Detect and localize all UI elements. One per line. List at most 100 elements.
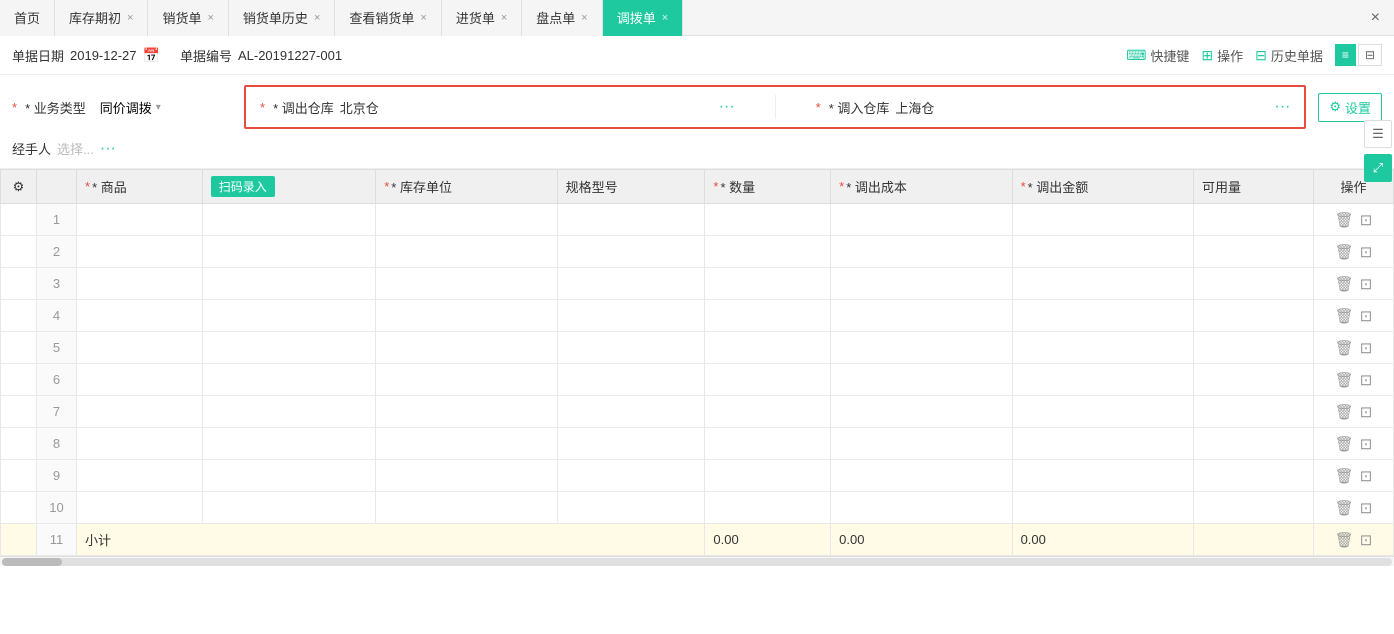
tab-sales-order[interactable]: 销货单 × xyxy=(148,0,228,36)
qty-cell[interactable] xyxy=(705,492,831,524)
tab-sales-history[interactable]: 销货单历史 × xyxy=(229,0,335,36)
horizontal-scrollbar[interactable] xyxy=(0,556,1394,566)
amount-cell[interactable] xyxy=(1012,300,1193,332)
close-icon[interactable]: × xyxy=(207,12,213,24)
right-panel-expand-button[interactable]: ⤢ xyxy=(1364,154,1392,182)
unit-cell[interactable] xyxy=(376,268,557,300)
copy-icon[interactable]: ⊡ xyxy=(1360,499,1373,517)
operate-action[interactable]: ⊞ 操作 xyxy=(1201,46,1243,65)
product-cell[interactable] xyxy=(77,204,203,236)
product-cell[interactable] xyxy=(77,364,203,396)
qty-cell[interactable] xyxy=(705,268,831,300)
product-cell[interactable] xyxy=(77,492,203,524)
transfer-in-dots-button[interactable]: ··· xyxy=(1274,98,1290,116)
amount-cell[interactable] xyxy=(1012,460,1193,492)
cost-cell[interactable] xyxy=(831,236,1012,268)
copy-icon[interactable]: ⊡ xyxy=(1360,243,1373,261)
spec-cell[interactable] xyxy=(557,236,705,268)
amount-cell[interactable] xyxy=(1012,492,1193,524)
qty-cell[interactable] xyxy=(705,396,831,428)
qty-cell[interactable] xyxy=(705,460,831,492)
product-cell[interactable] xyxy=(77,460,203,492)
setting-button[interactable]: ⚙ 设置 xyxy=(1318,93,1382,122)
spec-cell[interactable] xyxy=(557,364,705,396)
close-icon[interactable]: × xyxy=(420,12,426,24)
shortcut-action[interactable]: ⌨ 快捷键 xyxy=(1126,46,1189,65)
window-close-button[interactable]: × xyxy=(1357,0,1394,36)
cost-cell[interactable] xyxy=(831,492,1012,524)
tab-inventory-init[interactable]: 库存期初 × xyxy=(55,0,148,36)
delete-icon[interactable]: 🗑 xyxy=(1335,339,1354,357)
qty-cell[interactable] xyxy=(705,236,831,268)
product-cell[interactable] xyxy=(77,300,203,332)
qty-cell[interactable] xyxy=(705,428,831,460)
copy-icon[interactable]: ⊡ xyxy=(1360,307,1373,325)
biz-type-select[interactable]: 同价调拨 ▾ xyxy=(92,95,192,120)
close-icon[interactable]: × xyxy=(127,12,133,24)
spec-cell[interactable] xyxy=(557,428,705,460)
delete-icon[interactable]: 🗑 xyxy=(1335,307,1354,325)
delete-icon[interactable]: 🗑 xyxy=(1335,467,1354,485)
copy-icon[interactable]: ⊡ xyxy=(1360,339,1373,357)
right-panel-list-button[interactable]: ☰ xyxy=(1364,120,1392,148)
close-icon[interactable]: × xyxy=(501,12,507,24)
spec-cell[interactable] xyxy=(557,332,705,364)
unit-cell[interactable] xyxy=(376,428,557,460)
tab-view-sales[interactable]: 查看销货单 × xyxy=(335,0,441,36)
amount-cell[interactable] xyxy=(1012,236,1193,268)
delete-icon[interactable]: 🗑 xyxy=(1335,403,1354,421)
copy-icon[interactable]: ⊡ xyxy=(1360,211,1373,229)
cost-cell[interactable] xyxy=(831,332,1012,364)
close-icon[interactable]: × xyxy=(662,12,668,24)
spec-cell[interactable] xyxy=(557,492,705,524)
unit-cell[interactable] xyxy=(376,236,557,268)
tab-purchase[interactable]: 进货单 × xyxy=(442,0,522,36)
product-cell[interactable] xyxy=(77,428,203,460)
grid-view-button[interactable]: ⊟ xyxy=(1358,44,1382,66)
qty-cell[interactable] xyxy=(705,364,831,396)
unit-cell[interactable] xyxy=(376,332,557,364)
delete-icon[interactable]: 🗑 xyxy=(1335,499,1354,517)
spec-cell[interactable] xyxy=(557,396,705,428)
qty-cell[interactable] xyxy=(705,300,831,332)
tab-transfer[interactable]: 调拨单 × xyxy=(603,0,683,36)
amount-cell[interactable] xyxy=(1012,204,1193,236)
list-view-button[interactable]: ≡ xyxy=(1335,44,1356,66)
unit-cell[interactable] xyxy=(376,204,557,236)
tab-stocktake[interactable]: 盘点单 × xyxy=(522,0,602,36)
cost-cell[interactable] xyxy=(831,396,1012,428)
calendar-icon[interactable]: 📅 xyxy=(143,47,160,64)
handler-placeholder[interactable]: 选择... xyxy=(57,139,94,158)
cost-cell[interactable] xyxy=(831,300,1012,332)
amount-cell[interactable] xyxy=(1012,268,1193,300)
product-cell[interactable] xyxy=(77,236,203,268)
close-icon[interactable]: × xyxy=(581,12,587,24)
cost-cell[interactable] xyxy=(831,204,1012,236)
history-action[interactable]: ⊟ 历史单据 xyxy=(1255,46,1323,65)
unit-cell[interactable] xyxy=(376,492,557,524)
copy-icon[interactable]: ⊡ xyxy=(1360,275,1373,293)
delete-icon[interactable]: 🗑 xyxy=(1335,211,1354,229)
handler-dots-button[interactable]: ··· xyxy=(100,140,116,158)
cost-cell[interactable] xyxy=(831,364,1012,396)
unit-cell[interactable] xyxy=(376,396,557,428)
delete-icon[interactable]: 🗑 xyxy=(1335,531,1354,549)
copy-icon[interactable]: ⊡ xyxy=(1360,467,1373,485)
cost-cell[interactable] xyxy=(831,428,1012,460)
delete-icon[interactable]: 🗑 xyxy=(1335,371,1354,389)
product-cell[interactable] xyxy=(77,332,203,364)
product-cell[interactable] xyxy=(77,268,203,300)
spec-cell[interactable] xyxy=(557,460,705,492)
copy-icon[interactable]: ⊡ xyxy=(1360,371,1373,389)
product-cell[interactable] xyxy=(77,396,203,428)
tab-home[interactable]: 首页 xyxy=(0,0,55,36)
delete-icon[interactable]: 🗑 xyxy=(1335,243,1354,261)
spec-cell[interactable] xyxy=(557,300,705,332)
qty-cell[interactable] xyxy=(705,332,831,364)
scroll-thumb[interactable] xyxy=(2,558,62,566)
delete-icon[interactable]: 🗑 xyxy=(1335,435,1354,453)
amount-cell[interactable] xyxy=(1012,428,1193,460)
amount-cell[interactable] xyxy=(1012,364,1193,396)
unit-cell[interactable] xyxy=(376,460,557,492)
amount-cell[interactable] xyxy=(1012,396,1193,428)
